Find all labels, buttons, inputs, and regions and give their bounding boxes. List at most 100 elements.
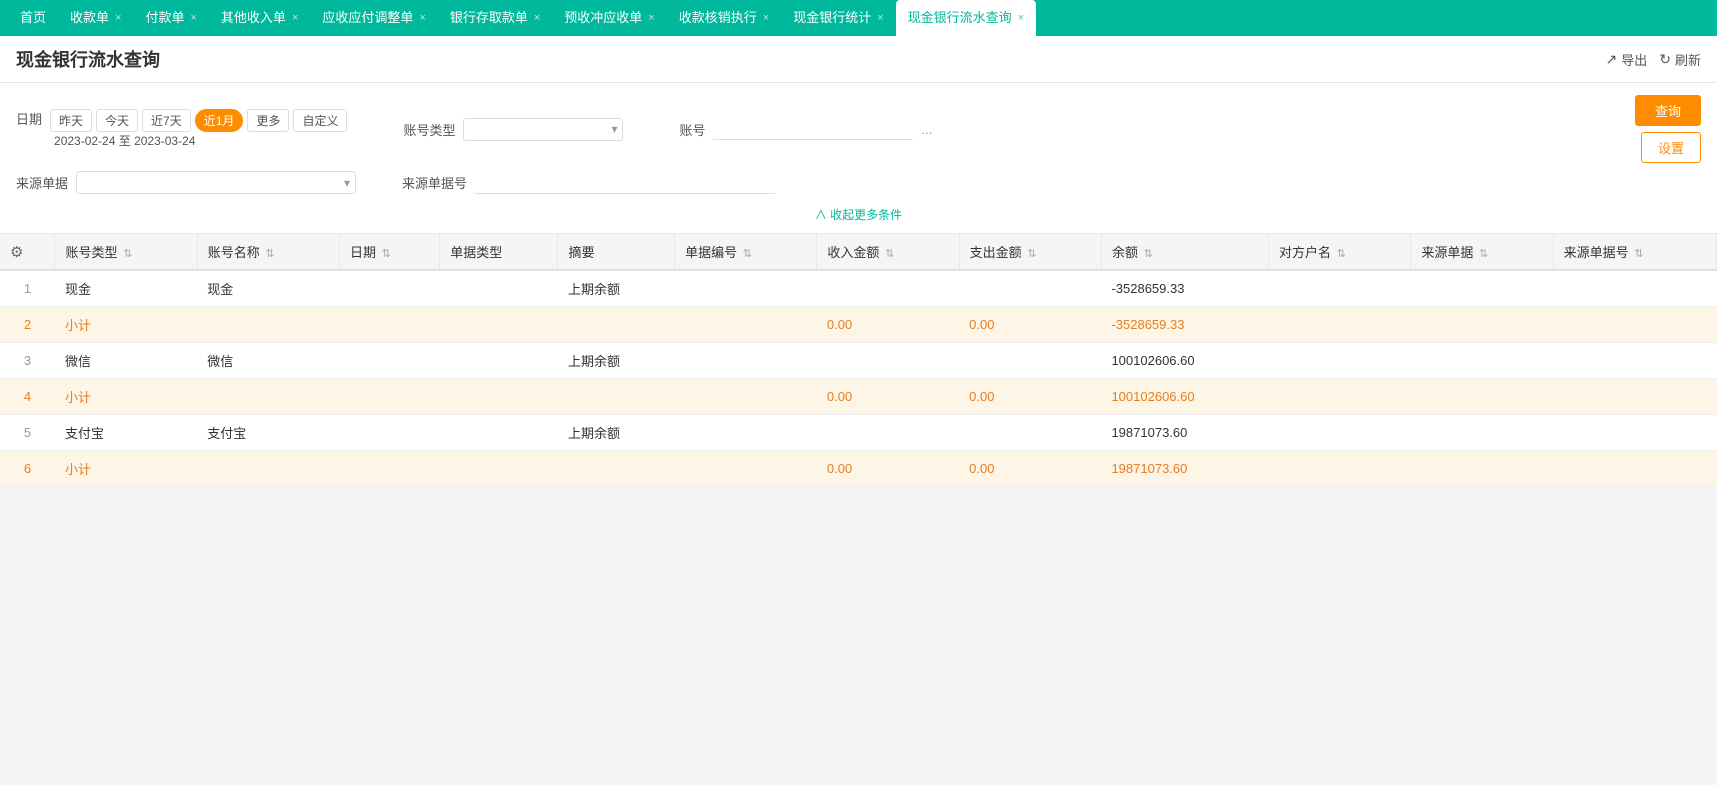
date-filter-block: 日期 昨天 今天 近7天 近1月 更多 自定义 2023-02-24 至 202… [16,109,347,149]
cell-account_name [197,379,339,415]
query-button[interactable]: 查询 [1635,95,1701,126]
source-doc-no-input[interactable] [475,172,775,194]
date-range: 2023-02-24 至 2023-03-24 [54,132,347,149]
collapse-bar[interactable]: ∧ 收起更多条件 [16,202,1701,225]
cell-account_type: 小计 [55,379,197,415]
date-btn-today[interactable]: 今天 [96,109,138,132]
cell-date [340,343,440,379]
header-actions: ↗ 导出 ↻ 刷新 [1606,50,1702,69]
source-doc-no-label: 来源单据号 [402,173,467,192]
date-btn-1month[interactable]: 近1月 [195,109,244,132]
col-expense[interactable]: 支出金额 ⇅ [959,234,1101,270]
date-btn-more[interactable]: 更多 [247,109,289,132]
source-doc-select-wrapper [76,171,356,194]
cell-account_type: 支付宝 [55,415,197,451]
cell-source_doc [1411,451,1553,487]
cell-summary: 上期余额 [558,415,675,451]
account-type-select[interactable]: 现金 微信 支付宝 [463,118,623,141]
cell-doc_no [675,379,817,415]
nav-bank-deposit[interactable]: 银行存取款单 × [438,0,552,36]
more-button[interactable]: ... [921,122,932,137]
filter-row-2: 来源单据 来源单据号 [16,171,1701,194]
cell-source_doc_no [1553,379,1716,415]
cell-account_name [197,451,339,487]
nav-adjust[interactable]: 应收应付调整单 × [310,0,437,36]
table-row: 4小计0.000.00100102606.60 [0,379,1717,415]
cell-doc_type [440,270,558,307]
cell-doc_type [440,451,558,487]
nav-payment[interactable]: 付款单 × [133,0,208,36]
col-income[interactable]: 收入金额 ⇅ [817,234,959,270]
cell-date [340,451,440,487]
table-row: 3微信微信上期余额100102606.60 [0,343,1717,379]
close-icon[interactable]: × [115,0,121,36]
nav-home[interactable]: 首页 [8,0,58,36]
sort-icon: ⇅ [743,248,752,260]
col-account-name[interactable]: 账号名称 ⇅ [197,234,339,270]
cell-expense [959,343,1101,379]
cell-income [817,270,959,307]
cell-account_type: 小计 [55,307,197,343]
sort-icon: ⇅ [265,248,274,260]
col-source-doc-no[interactable]: 来源单据号 ⇅ [1553,234,1716,270]
cell-doc_no [675,451,817,487]
close-icon[interactable]: × [190,0,196,36]
nav-advance[interactable]: 预收冲应收单 × [552,0,666,36]
cell-source_doc_no [1553,415,1716,451]
cell-balance: 19871073.60 [1101,415,1268,451]
settings-button[interactable]: 设置 [1641,132,1701,163]
cell-expense [959,415,1101,451]
date-label: 日期 [16,109,42,128]
nav-other-income[interactable]: 其他收入单 × [209,0,310,36]
cell-income: 0.00 [817,379,959,415]
col-counterpart[interactable]: 对方户名 ⇅ [1269,234,1411,270]
nav-receipt[interactable]: 收款单 × [58,0,133,36]
cell-date [340,415,440,451]
data-table: ⚙ 账号类型 ⇅ 账号名称 ⇅ 日期 ⇅ 单据类型 摘要 单据编号 ⇅ 收入金额… [0,234,1717,487]
col-doc-no[interactable]: 单据编号 ⇅ [675,234,817,270]
refresh-icon: ↻ [1659,51,1671,68]
close-icon[interactable]: × [763,0,769,36]
col-balance[interactable]: 余额 ⇅ [1101,234,1268,270]
refresh-button[interactable]: ↻ 刷新 [1659,50,1701,69]
account-input[interactable] [713,118,913,140]
cell-counterpart [1269,379,1411,415]
close-icon[interactable]: × [292,0,298,36]
cell-source_doc_no [1553,270,1716,307]
cell-source_doc [1411,307,1553,343]
account-label: 账号 [679,120,705,139]
cell-account_type: 微信 [55,343,197,379]
nav-verify[interactable]: 收款核销执行 × [667,0,781,36]
cell-account_type: 小计 [55,451,197,487]
cell-account_type: 现金 [55,270,197,307]
col-account-type[interactable]: 账号类型 ⇅ [55,234,197,270]
col-date[interactable]: 日期 ⇅ [340,234,440,270]
close-icon[interactable]: × [1018,0,1024,36]
cell-counterpart [1269,343,1411,379]
source-doc-select[interactable] [76,171,356,194]
col-gear[interactable]: ⚙ [0,234,55,270]
col-source-doc[interactable]: 来源单据 ⇅ [1411,234,1553,270]
cell-source_doc_no [1553,343,1716,379]
nav-flow-query[interactable]: 现金银行流水查询 × [896,0,1036,36]
gear-icon[interactable]: ⚙ [10,244,23,261]
close-icon[interactable]: × [419,0,425,36]
sort-icon: ⇅ [1479,248,1488,260]
nav-stats[interactable]: 现金银行统计 × [781,0,895,36]
close-icon[interactable]: × [534,0,540,36]
cell-source_doc [1411,343,1553,379]
date-btn-yesterday[interactable]: 昨天 [50,109,92,132]
export-button[interactable]: ↗ 导出 [1606,50,1648,69]
sort-icon: ⇅ [1337,248,1346,260]
page-title: 现金银行流水查询 [16,46,160,72]
cell-num: 2 [0,307,55,343]
date-btn-custom[interactable]: 自定义 [293,109,347,132]
sort-icon: ⇅ [1634,248,1643,260]
close-icon[interactable]: × [877,0,883,36]
col-doc-type[interactable]: 单据类型 [440,234,558,270]
col-summary[interactable]: 摘要 [558,234,675,270]
close-icon[interactable]: × [648,0,654,36]
cell-income: 0.00 [817,307,959,343]
date-btn-7days[interactable]: 近7天 [142,109,191,132]
cell-doc_type [440,379,558,415]
